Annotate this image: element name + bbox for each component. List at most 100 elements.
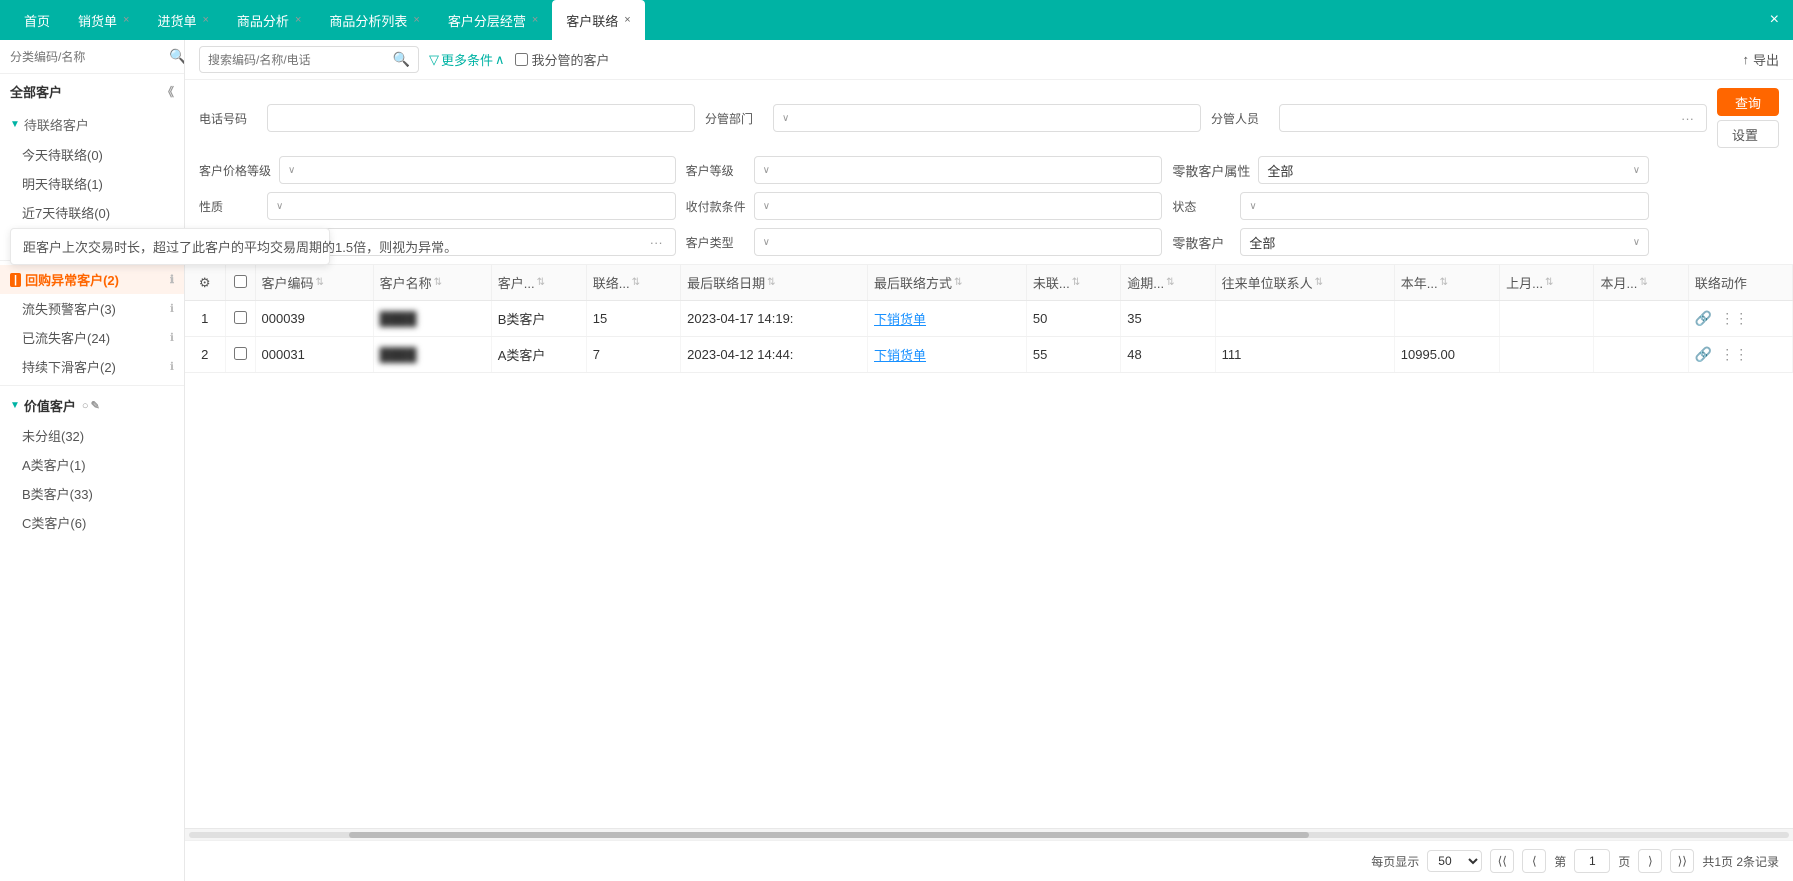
sidebar-item-today-label: 今天待联络(0) bbox=[22, 145, 174, 164]
sort-last-month-icon[interactable]: ⇅ bbox=[1545, 277, 1553, 288]
sidebar-item-lost[interactable]: 已流失客户(24) ℹ bbox=[0, 323, 184, 352]
customer-name-1: ████ bbox=[380, 311, 417, 326]
sidebar-search-icon[interactable]: 🔍 bbox=[169, 48, 185, 65]
settings-value-customer-icon[interactable]: ✎ bbox=[91, 399, 100, 412]
nav-item-home[interactable]: 首页 bbox=[10, 0, 64, 40]
sort-contact-icon[interactable]: ⇅ bbox=[632, 277, 640, 288]
contact-action-icon-2[interactable]: 🔗 bbox=[1695, 346, 1712, 363]
sort-category-icon[interactable]: ⇅ bbox=[537, 277, 545, 288]
cell-this-year-1 bbox=[1394, 301, 1499, 337]
last-method-link-1[interactable]: 下销货单 bbox=[874, 312, 926, 327]
sidebar-item-declining[interactable]: 持续下滑客户(2) ℹ bbox=[0, 352, 184, 381]
more-conditions-btn[interactable]: ▽ 更多条件 ∧ bbox=[429, 50, 505, 69]
my-customers-checkbox[interactable] bbox=[515, 53, 528, 66]
th-overdue-label: 逾期... bbox=[1127, 273, 1164, 292]
first-page-btn[interactable]: ⟨⟨ bbox=[1490, 849, 1514, 873]
settings-btn[interactable]: 设置 bbox=[1717, 120, 1779, 148]
nav-item-sales[interactable]: 销货单 × bbox=[64, 0, 143, 40]
close-all-tabs-icon[interactable]: × bbox=[1770, 11, 1779, 29]
edit-value-customer-icon[interactable]: ○ bbox=[82, 400, 89, 412]
cell-category-2: A类客户 bbox=[491, 337, 586, 373]
sort-code-icon[interactable]: ⇅ bbox=[316, 277, 324, 288]
field-payment-input[interactable]: ∨ bbox=[754, 192, 1163, 220]
close-analysis-icon[interactable]: × bbox=[295, 14, 301, 26]
close-purchase-icon[interactable]: × bbox=[202, 14, 208, 26]
more-action-icon-1[interactable]: ⋮⋮ bbox=[1720, 310, 1748, 327]
export-label: 导出 bbox=[1753, 50, 1779, 69]
cell-action-2: 🔗 ⋮⋮ bbox=[1688, 337, 1792, 373]
sidebar-item-b-class[interactable]: B类客户(33) bbox=[0, 479, 184, 508]
field-nature-input[interactable]: ∨ bbox=[267, 192, 676, 220]
sort-unit-contact-icon[interactable]: ⇅ bbox=[1315, 277, 1323, 288]
sidebar-item-a-class[interactable]: A类客户(1) bbox=[0, 450, 184, 479]
sort-this-month-icon[interactable]: ⇅ bbox=[1639, 277, 1647, 288]
field-scattered-customer-label: 零散客户 bbox=[1172, 233, 1232, 252]
sort-name-icon[interactable]: ⇅ bbox=[434, 277, 442, 288]
sidebar-group-pending-header[interactable]: ▼ 待联络客户 bbox=[0, 109, 184, 140]
data-table: ⚙ 客户编码 ⇅ 客户名称 bbox=[185, 265, 1793, 373]
export-btn[interactable]: ↑ 导出 bbox=[1742, 50, 1779, 69]
field-dept-input[interactable]: ∨ bbox=[773, 104, 1201, 132]
prev-page-btn[interactable]: ⟨ bbox=[1522, 849, 1546, 873]
more-action-icon-2[interactable]: ⋮⋮ bbox=[1720, 346, 1748, 363]
sidebar-value-customer-header[interactable]: ▼ 价值客户 ○ ✎ bbox=[0, 390, 184, 421]
th-name: 客户名称 ⇅ bbox=[373, 265, 491, 301]
last-page-btn[interactable]: ⟩⟩ bbox=[1670, 849, 1694, 873]
sort-this-year-icon[interactable]: ⇅ bbox=[1440, 277, 1448, 288]
cell-unit-contact-1 bbox=[1215, 301, 1394, 337]
select-all-checkbox[interactable] bbox=[234, 275, 247, 288]
cell-unit-contact-2: 111 bbox=[1215, 337, 1394, 373]
sidebar-item-today[interactable]: 今天待联络(0) bbox=[0, 140, 184, 169]
field-phone-input[interactable] bbox=[267, 104, 695, 132]
scrollbar-track[interactable] bbox=[189, 832, 1789, 838]
scrollbar-thumb[interactable] bbox=[349, 832, 1309, 838]
sort-last-method-icon[interactable]: ⇅ bbox=[954, 277, 962, 288]
sidebar-item-churn-warning[interactable]: 流失预警客户(3) ℹ bbox=[0, 294, 184, 323]
sort-last-date-icon[interactable]: ⇅ bbox=[767, 277, 775, 288]
field-scattered-customer-input[interactable]: 全部 ∨ bbox=[1240, 228, 1649, 256]
cell-check-2[interactable] bbox=[225, 337, 255, 373]
sort-uncontact-icon[interactable]: ⇅ bbox=[1072, 277, 1080, 288]
field-status-input[interactable]: ∨ bbox=[1240, 192, 1649, 220]
sidebar-collapse-btn[interactable]: 《 bbox=[162, 83, 174, 100]
field-price-tier-input[interactable]: ∨ bbox=[279, 156, 676, 184]
page-input[interactable] bbox=[1574, 849, 1610, 873]
my-customers-checkbox-label[interactable]: 我分管的客户 bbox=[515, 50, 610, 69]
sidebar-item-7days[interactable]: 近7天待联络(0) bbox=[0, 198, 184, 227]
nav-item-customer-contact[interactable]: 客户联络 × bbox=[552, 0, 644, 40]
close-analysis-list-icon[interactable]: × bbox=[413, 14, 419, 26]
close-customer-tier-icon[interactable]: × bbox=[532, 14, 538, 26]
nav-item-customer-tier[interactable]: 客户分层经营 × bbox=[434, 0, 552, 40]
next-page-btn[interactable]: ⟩ bbox=[1638, 849, 1662, 873]
sidebar-item-c-class[interactable]: C类客户(6) bbox=[0, 508, 184, 537]
gear-icon[interactable]: ⚙ bbox=[199, 275, 211, 290]
last-method-link-2[interactable]: 下销货单 bbox=[874, 348, 926, 363]
th-check[interactable] bbox=[225, 265, 255, 301]
cell-check-1[interactable] bbox=[225, 301, 255, 337]
field-customer-tier-input[interactable]: ∨ bbox=[754, 156, 1163, 184]
search-input[interactable] bbox=[208, 53, 393, 67]
horizontal-scrollbar[interactable] bbox=[185, 828, 1793, 840]
field-manager-input[interactable]: ··· bbox=[1279, 104, 1707, 132]
sidebar-item-unclassified[interactable]: 未分组(32) bbox=[0, 421, 184, 450]
search-icon[interactable]: 🔍 bbox=[393, 51, 410, 68]
row-checkbox-2[interactable] bbox=[234, 347, 247, 360]
query-btn[interactable]: 查询 bbox=[1717, 88, 1779, 116]
sidebar-item-tomorrow[interactable]: 明天待联络(1) bbox=[0, 169, 184, 198]
nav-item-purchase[interactable]: 进货单 × bbox=[143, 0, 222, 40]
field-phone-label: 电话号码 bbox=[199, 110, 259, 127]
close-sales-icon[interactable]: × bbox=[123, 14, 129, 26]
row-checkbox-1[interactable] bbox=[234, 311, 247, 324]
nav-item-analysis[interactable]: 商品分析 × bbox=[223, 0, 315, 40]
contact-action-icon-1[interactable]: 🔗 bbox=[1695, 310, 1712, 327]
th-gear[interactable]: ⚙ bbox=[185, 265, 225, 301]
field-customer-type-input[interactable]: ∨ bbox=[754, 228, 1163, 256]
close-customer-contact-icon[interactable]: × bbox=[624, 14, 630, 26]
page-size-select[interactable]: 50 20 100 bbox=[1427, 850, 1482, 872]
scattered-attr-arrow: ∨ bbox=[1633, 165, 1640, 176]
field-scattered-attr-input[interactable]: 全部 ∨ bbox=[1258, 156, 1649, 184]
nav-item-analysis-list[interactable]: 商品分析列表 × bbox=[315, 0, 433, 40]
sidebar-search-input[interactable] bbox=[10, 50, 165, 64]
sidebar-item-repurchase-anomaly[interactable]: | 回购异常客户(2) ℹ bbox=[0, 265, 184, 294]
sort-overdue-icon[interactable]: ⇅ bbox=[1166, 277, 1174, 288]
